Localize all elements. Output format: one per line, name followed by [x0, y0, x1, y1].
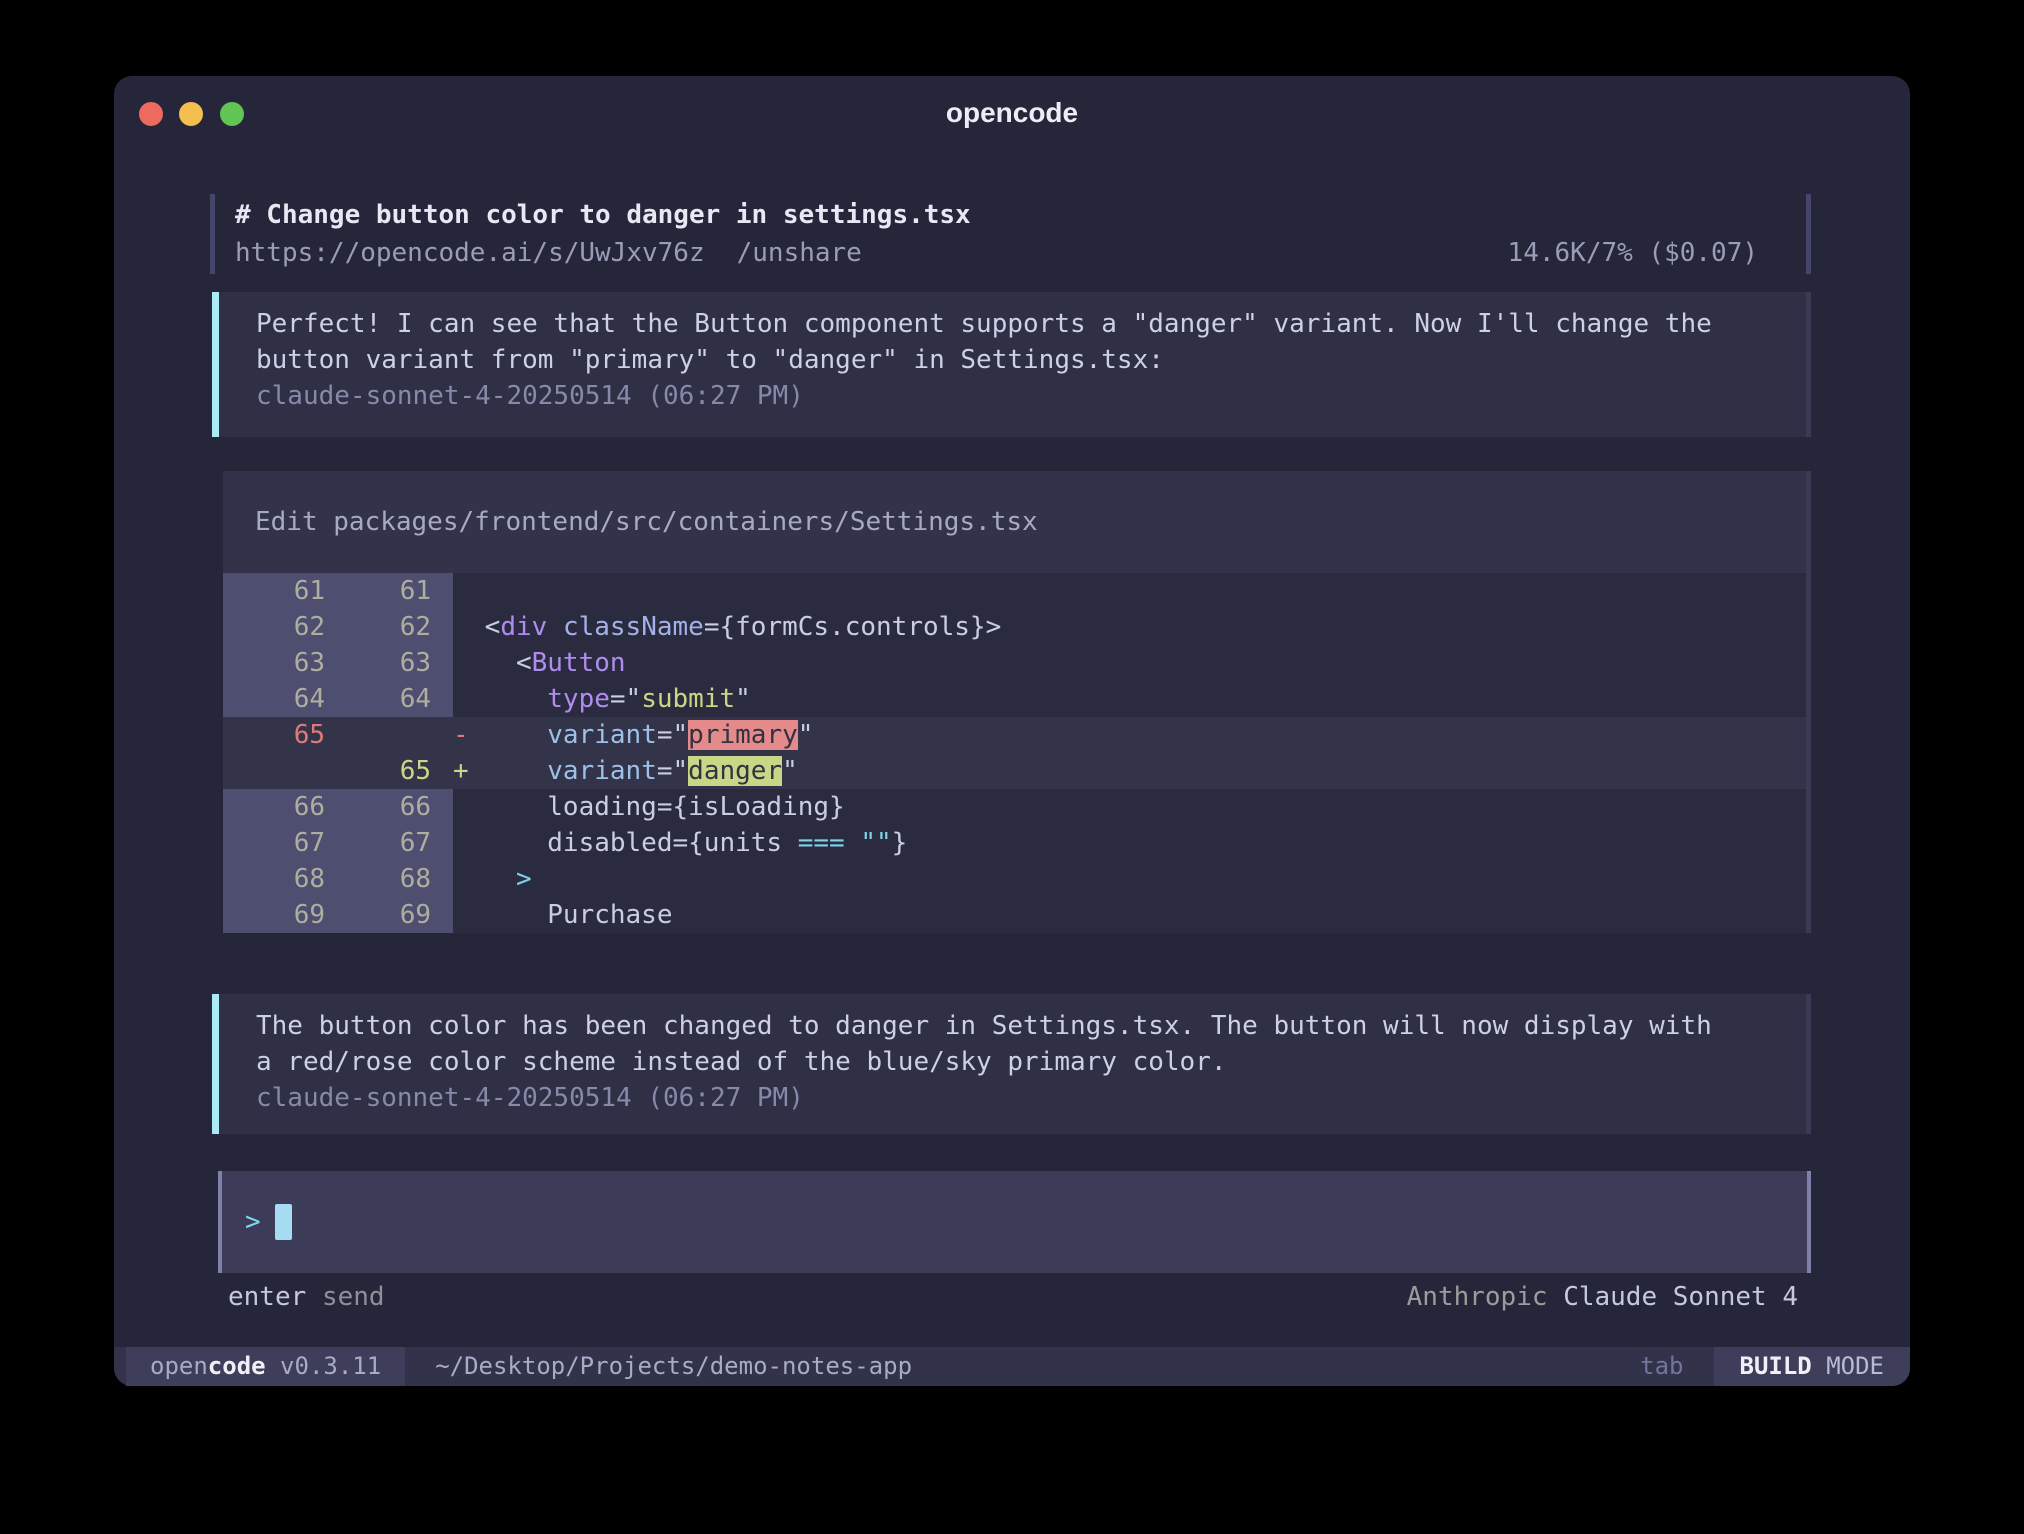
- model-meta: claude-sonnet-4-20250514 (06:27 PM): [256, 1080, 1806, 1116]
- session-share-url[interactable]: https://opencode.ai/s/UwJxv76z: [235, 234, 705, 272]
- model-meta: claude-sonnet-4-20250514 (06:27 PM): [256, 378, 1806, 414]
- session-right-rule: [1806, 194, 1811, 274]
- diff-rows: 6161 6262 <div className={formCs.control…: [223, 573, 1806, 933]
- diff-row: 6262 <div className={formCs.controls}>: [223, 609, 1806, 645]
- prompt-container: >: [218, 1171, 1811, 1273]
- gutter-new-line-number: [325, 717, 453, 753]
- session-title: # Change button color to danger in setti…: [235, 196, 1806, 234]
- gutter-old-line-number: 62: [223, 609, 325, 645]
- edit-tool-block: Edit packages/frontend/src/containers/Se…: [223, 471, 1811, 933]
- mode-badge-suffix: MODE: [1812, 1352, 1884, 1380]
- assistant-message: Perfect! I can see that the Button compo…: [212, 292, 1811, 437]
- gutter-new-line-number: 64: [325, 681, 453, 717]
- code-line: [469, 573, 1806, 609]
- gutter-new-line-number: 69: [325, 897, 453, 933]
- session-header: # Change button color to danger in setti…: [210, 194, 1811, 274]
- gutter-new-line-number: 68: [325, 861, 453, 897]
- edit-right-rule: [1806, 471, 1811, 933]
- message-accent-bar: [212, 994, 219, 1134]
- diff-row: 6969 Purchase: [223, 897, 1806, 933]
- gutter-new-line-number: 67: [325, 825, 453, 861]
- text-cursor: [275, 1204, 292, 1240]
- diff-row: 6363 <Button: [223, 645, 1806, 681]
- gutter-old-line-number: [223, 753, 325, 789]
- message-text: The button color has been changed to dan…: [256, 1008, 1731, 1080]
- code-line: <Button: [469, 645, 1806, 681]
- message-accent-bar: [212, 292, 219, 437]
- app-version-chip: opencode v0.3.11: [126, 1347, 405, 1386]
- diff-marker: [453, 897, 469, 933]
- gutter-new-line-number: 65: [325, 753, 453, 789]
- message-right-rule: [1806, 994, 1811, 1134]
- app-version: v0.3.11: [266, 1352, 382, 1380]
- diff-row: 6868 >: [223, 861, 1806, 897]
- prompt-input[interactable]: >: [222, 1171, 1807, 1273]
- app-name-code: code: [208, 1352, 266, 1380]
- diff-row: 6161: [223, 573, 1806, 609]
- diff-marker: -: [453, 717, 469, 753]
- working-directory: ~/Desktop/Projects/demo-notes-app: [435, 1347, 912, 1386]
- prompt-chevron-icon: >: [245, 1204, 261, 1240]
- mode-badge-label: BUILD: [1740, 1352, 1812, 1380]
- message-right-rule: [1806, 292, 1811, 437]
- diff-marker: [453, 861, 469, 897]
- message-text: Perfect! I can see that the Button compo…: [256, 306, 1731, 378]
- window-title: opencode: [114, 97, 1910, 129]
- diff-marker: [453, 645, 469, 681]
- assistant-message: The button color has been changed to dan…: [212, 994, 1811, 1134]
- session-left-rule: [210, 194, 215, 274]
- code-line: Purchase: [469, 897, 1806, 933]
- diff-row: 65+ variant="danger": [223, 753, 1806, 789]
- diff-marker: +: [453, 753, 469, 789]
- hints-row: enter send Anthropic Claude Sonnet 4: [210, 1277, 1811, 1317]
- diff-marker: [453, 789, 469, 825]
- gutter-new-line-number: 61: [325, 573, 453, 609]
- titlebar: opencode: [114, 76, 1910, 138]
- code-line: variant="danger": [469, 753, 1806, 789]
- code-line: loading={isLoading}: [469, 789, 1806, 825]
- diff-marker: [453, 681, 469, 717]
- statusbar: opencode v0.3.11 ~/Desktop/Projects/demo…: [114, 1347, 1910, 1386]
- tab-key-hint: tab: [1640, 1347, 1683, 1386]
- mode-badge[interactable]: BUILD MODE: [1714, 1347, 1911, 1386]
- app-name-open: open: [150, 1352, 208, 1380]
- diff-marker: [453, 609, 469, 645]
- gutter-old-line-number: 67: [223, 825, 325, 861]
- code-line: <div className={formCs.controls}>: [469, 609, 1806, 645]
- gutter-new-line-number: 63: [325, 645, 453, 681]
- diff-row: 6464 type="submit": [223, 681, 1806, 717]
- gutter-old-line-number: 61: [223, 573, 325, 609]
- gutter-old-line-number: 63: [223, 645, 325, 681]
- gutter-new-line-number: 66: [325, 789, 453, 825]
- code-line: type="submit": [469, 681, 1806, 717]
- token-cost-stats: 14.6K/7% ($0.07): [1508, 234, 1758, 272]
- diff-row: 65 - variant="primary": [223, 717, 1806, 753]
- code-line: variant="primary": [469, 717, 1806, 753]
- code-line: disabled={units === ""}: [469, 825, 1806, 861]
- code-line: >: [469, 861, 1806, 897]
- diff-marker: [453, 573, 469, 609]
- gutter-old-line-number: 69: [223, 897, 325, 933]
- diff-row: 6666 loading={isLoading}: [223, 789, 1806, 825]
- edit-tool-title: Edit packages/frontend/src/containers/Se…: [223, 471, 1806, 573]
- gutter-old-line-number: 66: [223, 789, 325, 825]
- gutter-old-line-number: 68: [223, 861, 325, 897]
- enter-key-hint: enter: [228, 1282, 306, 1312]
- unshare-command[interactable]: /unshare: [737, 234, 862, 272]
- gutter-new-line-number: 62: [325, 609, 453, 645]
- diff-marker: [453, 825, 469, 861]
- model-name: Claude Sonnet 4: [1563, 1282, 1798, 1312]
- send-action-hint: send: [322, 1282, 385, 1312]
- model-provider: Anthropic: [1407, 1282, 1564, 1312]
- opencode-window: opencode # Change button color to danger…: [114, 76, 1910, 1386]
- prompt-right-rule: [1807, 1171, 1811, 1273]
- gutter-old-line-number: 65: [223, 717, 325, 753]
- diff-row: 6767 disabled={units === ""}: [223, 825, 1806, 861]
- gutter-old-line-number: 64: [223, 681, 325, 717]
